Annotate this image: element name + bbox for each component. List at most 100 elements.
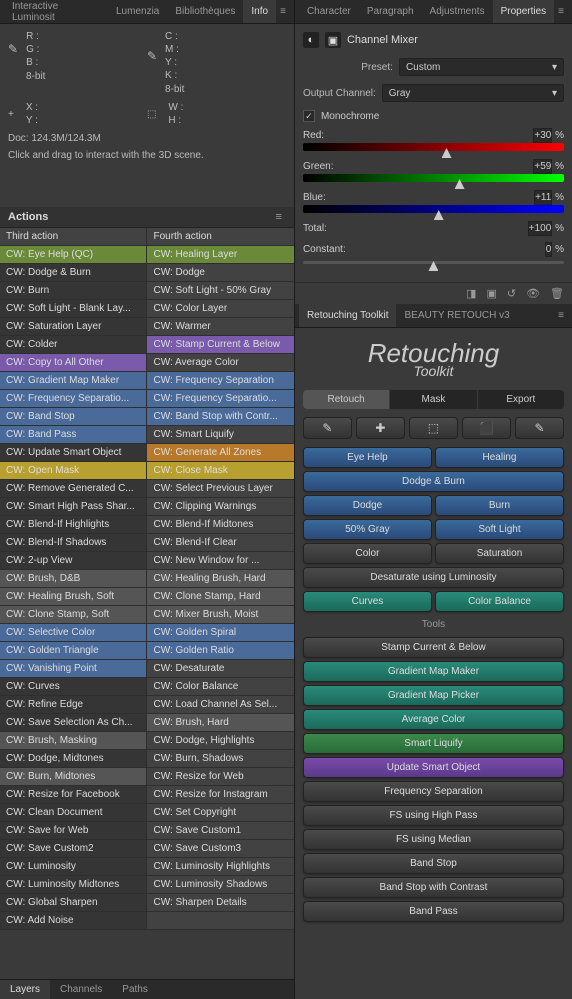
action-cell[interactable]: CW: Smart Liquify — [147, 426, 293, 443]
action-cell[interactable]: CW: Color Layer — [147, 300, 293, 317]
monochrome-checkbox[interactable]: ✓ — [303, 110, 315, 122]
action-cell[interactable]: CW: Healing Brush, Hard — [147, 570, 293, 587]
rt-button[interactable]: Healing — [435, 447, 564, 468]
action-cell[interactable]: CW: Resize for Web — [147, 768, 293, 785]
action-cell[interactable]: CW: Selective Color — [0, 624, 147, 641]
action-cell[interactable]: CW: Select Previous Layer — [147, 480, 293, 497]
action-cell[interactable]: CW: Sharpen Details — [147, 894, 293, 911]
action-cell[interactable]: CW: Band Stop — [0, 408, 147, 425]
menu-icon[interactable]: ≡ — [554, 310, 568, 321]
rt-button[interactable]: 50% Gray — [303, 519, 432, 540]
action-cell[interactable]: CW: Blend-If Highlights — [0, 516, 147, 533]
tab-retouch[interactable]: Retouching Toolkit — [299, 304, 397, 327]
action-cell[interactable]: CW: Close Mask — [147, 462, 293, 479]
trash-icon[interactable]: 🗑 — [550, 287, 564, 300]
rt-button[interactable]: Soft Light — [435, 519, 564, 540]
rt-button[interactable]: Average Color — [303, 709, 564, 730]
action-cell[interactable]: CW: 2-up View — [0, 552, 147, 569]
action-cell[interactable]: CW: Luminosity Midtones — [0, 876, 147, 893]
action-cell[interactable]: CW: Blend-If Clear — [147, 534, 293, 551]
action-cell[interactable]: CW: Add Noise — [0, 912, 147, 929]
rt-button[interactable]: Saturation — [435, 543, 564, 564]
action-cell[interactable]: CW: Vanishing Point — [0, 660, 147, 677]
menu-icon[interactable]: ≡ — [272, 211, 286, 223]
action-cell[interactable]: CW: Smart High Pass Shar... — [0, 498, 147, 515]
tool-icon[interactable]: ✎ — [303, 417, 352, 439]
action-cell[interactable]: CW: Soft Light - Blank Lay... — [0, 300, 147, 317]
rt-button[interactable]: Band Stop — [303, 853, 564, 874]
action-cell[interactable]: CW: Soft Light - 50% Gray — [147, 282, 293, 299]
rt-button[interactable]: Dodge & Burn — [303, 471, 564, 492]
action-cell[interactable]: CW: Open Mask — [0, 462, 147, 479]
action-cell[interactable]: CW: Warmer — [147, 318, 293, 335]
reset-icon[interactable]: ↺ — [507, 287, 516, 300]
action-cell[interactable]: CW: Burn, Shadows — [147, 750, 293, 767]
action-cell[interactable]: CW: Gradient Map Maker — [0, 372, 147, 389]
action-cell[interactable]: CW: Dodge, Highlights — [147, 732, 293, 749]
view-icon[interactable]: ▣ — [486, 287, 496, 300]
action-cell[interactable]: CW: Dodge, Midtones — [0, 750, 147, 767]
action-cell[interactable]: CW: Golden Spiral — [147, 624, 293, 641]
action-cell[interactable]: CW: Dodge — [147, 264, 293, 281]
rt-button[interactable]: Band Stop with Contrast — [303, 877, 564, 898]
action-cell[interactable]: CW: Clone Stamp, Soft — [0, 606, 147, 623]
rt-button[interactable]: FS using High Pass — [303, 805, 564, 826]
action-cell[interactable]: CW: Refine Edge — [0, 696, 147, 713]
action-cell[interactable]: CW: Brush, Hard — [147, 714, 293, 731]
rt-button[interactable]: Gradient Map Picker — [303, 685, 564, 706]
mode-mask[interactable]: Mask — [390, 390, 477, 409]
tool-icon[interactable]: ⬚ — [409, 417, 458, 439]
tab-bibliothèques[interactable]: Bibliothèques — [167, 0, 243, 23]
constant-value[interactable]: 0 — [545, 242, 553, 257]
action-cell[interactable]: CW: Frequency Separation — [147, 372, 293, 389]
action-cell[interactable]: CW: Save Custom2 — [0, 840, 147, 857]
action-cell[interactable] — [147, 912, 293, 929]
action-cell[interactable]: CW: Save for Web — [0, 822, 147, 839]
tab-channels[interactable]: Channels — [50, 980, 112, 999]
rt-button[interactable]: Burn — [435, 495, 564, 516]
tab-character[interactable]: Character — [299, 0, 359, 23]
action-cell[interactable]: CW: Healing Layer — [147, 246, 293, 263]
rt-button[interactable]: Eye Help — [303, 447, 432, 468]
action-cell[interactable]: CW: New Window for ... — [147, 552, 293, 569]
action-cell[interactable]: CW: Mixer Brush, Moist — [147, 606, 293, 623]
action-cell[interactable]: CW: Save Custom3 — [147, 840, 293, 857]
slider-value[interactable]: +30 — [533, 128, 552, 143]
action-cell[interactable]: CW: Golden Triangle — [0, 642, 147, 659]
tab-layers[interactable]: Layers — [0, 980, 50, 999]
action-cell[interactable]: CW: Average Color — [147, 354, 293, 371]
action-cell[interactable]: CW: Luminosity Highlights — [147, 858, 293, 875]
action-cell[interactable]: CW: Global Sharpen — [0, 894, 147, 911]
action-cell[interactable]: CW: Luminosity — [0, 858, 147, 875]
rt-button[interactable]: Frequency Separation — [303, 781, 564, 802]
mode-retouch[interactable]: Retouch — [303, 390, 390, 409]
action-cell[interactable]: CW: Band Pass — [0, 426, 147, 443]
action-cell[interactable]: CW: Brush, D&B — [0, 570, 147, 587]
rt-button[interactable]: Color Balance — [435, 591, 564, 612]
action-cell[interactable]: CW: Clone Stamp, Hard — [147, 588, 293, 605]
action-cell[interactable]: CW: Load Channel As Sel... — [147, 696, 293, 713]
preset-select[interactable]: Custom▾ — [399, 58, 564, 76]
clip-icon[interactable]: ◨ — [466, 287, 476, 300]
rt-button[interactable]: Desaturate using Luminosity — [303, 567, 564, 588]
tab-interactive-luminosit[interactable]: Interactive Luminosit — [4, 0, 108, 23]
rt-button[interactable]: Stamp Current & Below — [303, 637, 564, 658]
action-cell[interactable]: CW: Blend-If Shadows — [0, 534, 147, 551]
action-cell[interactable]: CW: Resize for Facebook — [0, 786, 147, 803]
rt-button[interactable]: FS using Median — [303, 829, 564, 850]
output-select[interactable]: Gray▾ — [382, 84, 564, 102]
rt-button[interactable]: Smart Liquify — [303, 733, 564, 754]
rt-button[interactable]: Curves — [303, 591, 432, 612]
menu-icon[interactable]: ≡ — [276, 6, 290, 17]
action-cell[interactable]: CW: Curves — [0, 678, 147, 695]
slider[interactable] — [303, 205, 564, 213]
rt-button[interactable]: Dodge — [303, 495, 432, 516]
action-cell[interactable]: CW: Frequency Separatio... — [147, 390, 293, 407]
mode-export[interactable]: Export — [478, 390, 564, 409]
action-cell[interactable]: CW: Band Stop with Contr... — [147, 408, 293, 425]
action-cell[interactable]: CW: Clipping Warnings — [147, 498, 293, 515]
tab-paths[interactable]: Paths — [112, 980, 158, 999]
tab-info[interactable]: Info — [243, 0, 276, 23]
slider[interactable] — [303, 143, 564, 151]
action-cell[interactable]: CW: Luminosity Shadows — [147, 876, 293, 893]
